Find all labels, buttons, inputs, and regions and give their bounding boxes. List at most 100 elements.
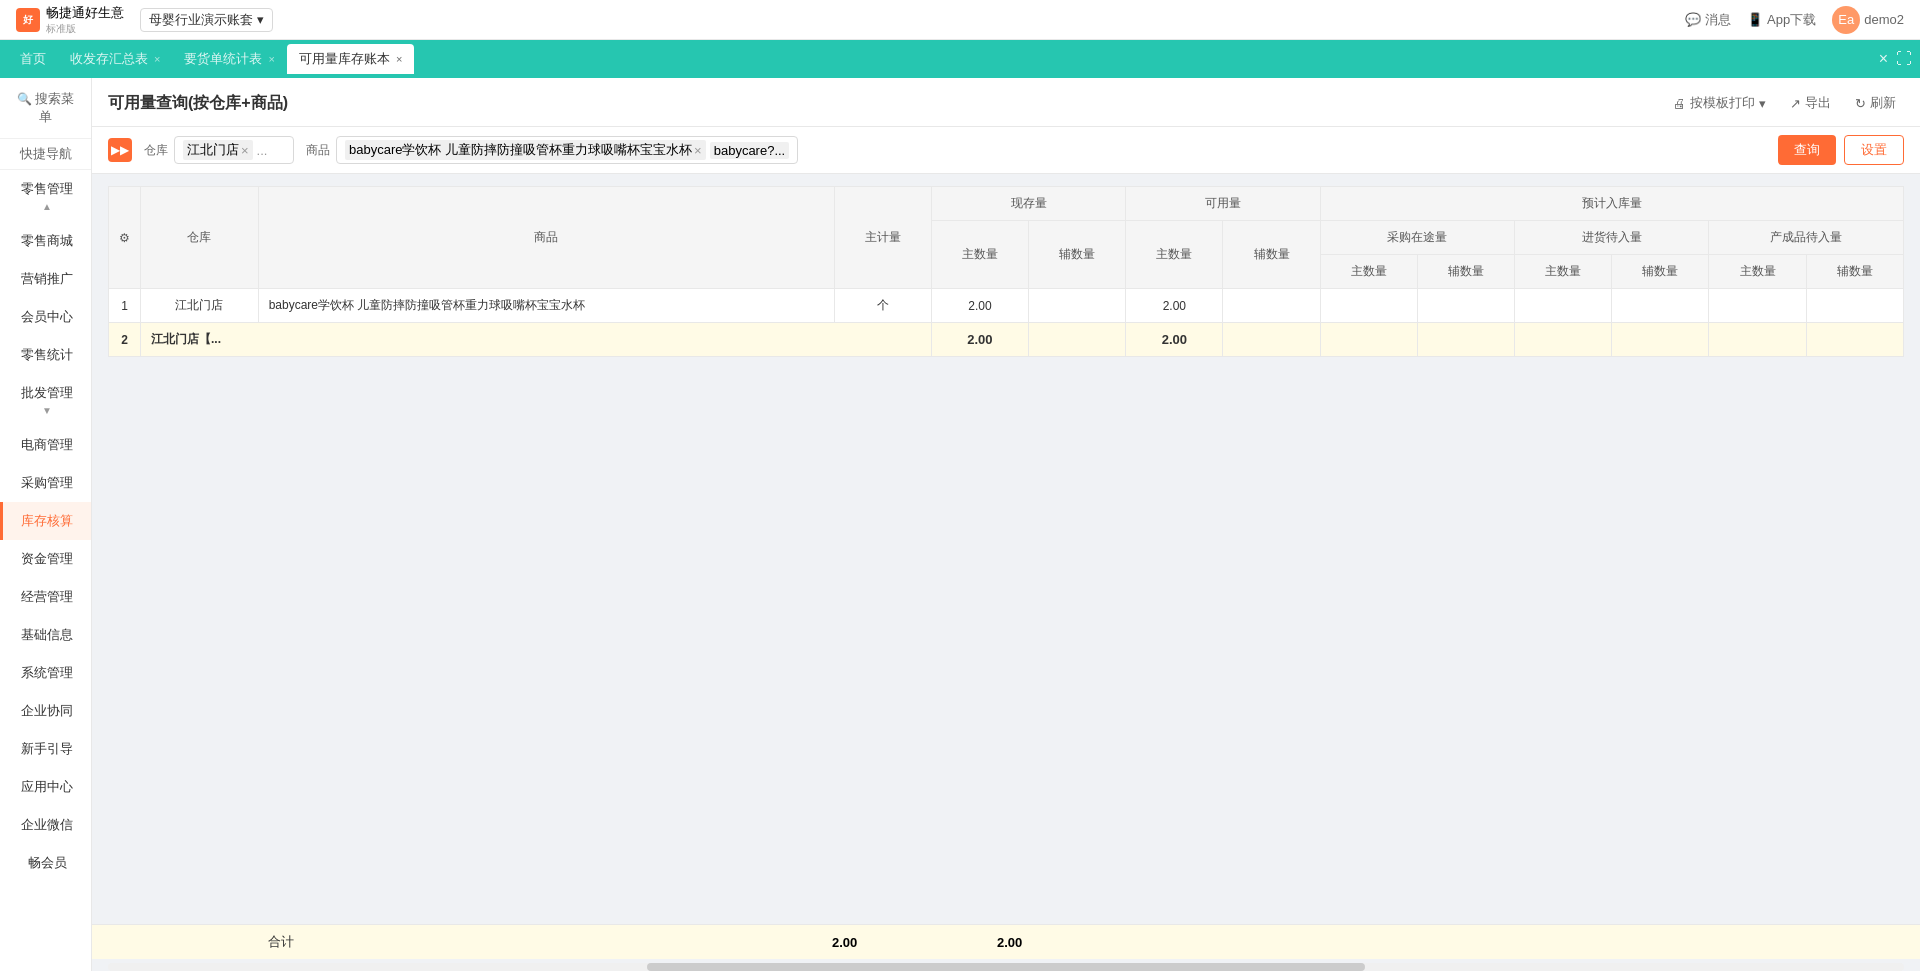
tab-purchase-stats[interactable]: 要货单统计表 × xyxy=(172,44,286,74)
warehouse-input[interactable]: 江北门店 × ... xyxy=(174,136,294,164)
logo-sub: 标准版 xyxy=(46,22,124,36)
export-label: 导出 xyxy=(1805,94,1831,112)
sidebar-item-ecommerce[interactable]: 电商管理 xyxy=(0,426,91,464)
wholesale-label: 批发管理 xyxy=(21,384,73,402)
sidebar: 🔍 搜索菜单 快捷导航 零售管理 ▲ 零售商城 营销推广 会员中心 零售统计 批… xyxy=(0,78,92,971)
subtotal-row: 2 江北门店【... 2.00 2.00 xyxy=(109,323,1904,357)
nav-tab-actions: × ⛶ xyxy=(1879,50,1912,68)
sidebar-item-operations[interactable]: 经营管理 xyxy=(0,578,91,616)
user-area[interactable]: Ea demo2 xyxy=(1832,6,1904,34)
filter-expand-button[interactable]: ▶▶ xyxy=(108,138,132,162)
retail-stats-label: 零售统计 xyxy=(21,346,73,364)
sidebar-item-guide[interactable]: 新手引导 xyxy=(0,730,91,768)
refresh-icon: ↻ xyxy=(1855,96,1866,111)
sidebar-item-member2[interactable]: 畅会员 xyxy=(0,844,91,882)
subtotal-pur-pend-main xyxy=(1515,323,1612,357)
row-product: babycare学饮杯 儿童防摔防撞吸管杯重力球吸嘴杯宝宝水杯 xyxy=(258,289,834,323)
col-unit-header: 主计量 xyxy=(834,187,931,289)
sidebar-item-marketing[interactable]: 营销推广 xyxy=(0,260,91,298)
inventory-label: 库存核算 xyxy=(21,512,73,530)
message-label: 消息 xyxy=(1705,11,1731,29)
tab-stock-summary[interactable]: 收发存汇总表 × xyxy=(58,44,172,74)
search-menu-button[interactable]: 🔍 搜索菜单 xyxy=(8,86,83,130)
footer-total-label: 合计 xyxy=(268,933,294,951)
filter-action-buttons: 查询 设置 xyxy=(1778,135,1904,165)
quick-nav-button[interactable]: 快捷导航 xyxy=(0,139,91,170)
product-tag-1-remove[interactable]: × xyxy=(694,143,702,158)
tab-available-stock[interactable]: 可用量库存账本 × xyxy=(287,44,414,74)
warehouse-tag: 江北门店 × xyxy=(183,140,253,160)
product-tag-1: babycare学饮杯 儿童防摔防撞吸管杯重力球吸嘴杯宝宝水杯 × xyxy=(345,140,706,160)
col-purchase-transit-header: 采购在途量 xyxy=(1320,221,1514,255)
app-download-button[interactable]: 📱 App下载 xyxy=(1747,11,1816,29)
col-avail-main-header: 主数量 xyxy=(1126,221,1223,289)
sidebar-item-retail-shop[interactable]: 零售商城 xyxy=(0,222,91,260)
logo-area: 好 畅捷通好生意 标准版 xyxy=(16,4,124,36)
refresh-button[interactable]: ↻ 刷新 xyxy=(1847,90,1904,116)
row-stock-aux xyxy=(1029,289,1126,323)
subtotal-avail-aux xyxy=(1223,323,1320,357)
industry-selector[interactable]: 母婴行业演示账套 ▾ xyxy=(140,8,273,32)
col-prod-pend-main: 主数量 xyxy=(1709,255,1806,289)
tab-purchase-stats-close[interactable]: × xyxy=(268,53,274,65)
row-index: 1 xyxy=(109,289,141,323)
tab-available-stock-close[interactable]: × xyxy=(396,53,402,65)
data-table: ⚙ 仓库 商品 主计量 现存量 可用量 预计入库量 主数量 辅数量 主数量 辅数… xyxy=(108,186,1904,357)
sidebar-item-basic-info[interactable]: 基础信息 xyxy=(0,616,91,654)
col-settings-header[interactable]: ⚙ xyxy=(109,187,141,289)
row-avail-main: 2.00 xyxy=(1126,289,1223,323)
table-row: 1 江北门店 babycare学饮杯 儿童防摔防撞吸管杯重力球吸嘴杯宝宝水杯 个… xyxy=(109,289,1904,323)
tab-fullscreen[interactable]: ⛶ xyxy=(1896,50,1912,68)
logo-icon: 好 xyxy=(16,8,40,32)
app-center-label: 应用中心 xyxy=(21,778,73,796)
message-button[interactable]: 💬 消息 xyxy=(1685,11,1731,29)
warehouse-dots[interactable]: ... xyxy=(257,143,268,158)
sidebar-item-wechat[interactable]: 企业微信 xyxy=(0,806,91,844)
tab-home[interactable]: 首页 xyxy=(8,44,58,74)
subtotal-prod-pend-main xyxy=(1709,323,1806,357)
print-icon: 🖨 xyxy=(1673,96,1686,111)
product-tag-2: babycare?... xyxy=(710,142,790,159)
sidebar-item-enterprise[interactable]: 企业协同 xyxy=(0,692,91,730)
export-icon: ↗ xyxy=(1790,96,1801,111)
enterprise-label: 企业协同 xyxy=(21,702,73,720)
system-label: 系统管理 xyxy=(21,664,73,682)
setting-button[interactable]: 设置 xyxy=(1844,135,1904,165)
sidebar-item-app-center[interactable]: 应用中心 xyxy=(0,768,91,806)
subtotal-warehouse: 江北门店【... xyxy=(141,323,932,357)
finance-label: 资金管理 xyxy=(21,550,73,568)
tab-close-all[interactable]: × xyxy=(1879,50,1888,68)
subtotal-index: 2 xyxy=(109,323,141,357)
sidebar-item-retail-mgmt[interactable]: 零售管理 ▲ xyxy=(0,170,91,222)
print-button[interactable]: 🖨 按模板打印 ▾ xyxy=(1665,90,1774,116)
tab-purchase-stats-label: 要货单统计表 xyxy=(184,50,262,68)
product-input[interactable]: babycare学饮杯 儿童防摔防撞吸管杯重力球吸嘴杯宝宝水杯 × babyca… xyxy=(336,136,798,164)
row-stock-main: 2.00 xyxy=(931,289,1028,323)
sidebar-item-system[interactable]: 系统管理 xyxy=(0,654,91,692)
refresh-label: 刷新 xyxy=(1870,94,1896,112)
col-stock-header: 现存量 xyxy=(931,187,1125,221)
col-purchase-pending-header: 进货待入量 xyxy=(1515,221,1709,255)
logo-text: 畅捷通好生意 xyxy=(46,4,124,22)
filter-row: ▶▶ 仓库 江北门店 × ... 商品 babycare学饮杯 儿童防摔防撞吸管… xyxy=(92,127,1920,174)
warehouse-tag-remove[interactable]: × xyxy=(241,143,249,158)
col-available-header: 可用量 xyxy=(1126,187,1320,221)
subtotal-avail-main: 2.00 xyxy=(1126,323,1223,357)
export-button[interactable]: ↗ 导出 xyxy=(1782,90,1839,116)
sidebar-item-inventory[interactable]: 库存核算 xyxy=(0,502,91,540)
footer-avail-main: 2.00 xyxy=(997,935,1022,950)
sidebar-item-retail-stats[interactable]: 零售统计 xyxy=(0,336,91,374)
row-unit: 个 xyxy=(834,289,931,323)
footer-stock-main: 2.00 xyxy=(832,935,857,950)
tab-stock-summary-close[interactable]: × xyxy=(154,53,160,65)
query-button[interactable]: 查询 xyxy=(1778,135,1836,165)
marketing-label: 营销推广 xyxy=(21,270,73,288)
horizontal-scrollbar[interactable] xyxy=(108,963,1904,971)
sidebar-item-finance[interactable]: 资金管理 xyxy=(0,540,91,578)
scrollbar-thumb[interactable] xyxy=(647,963,1365,971)
sidebar-item-member[interactable]: 会员中心 xyxy=(0,298,91,336)
sidebar-item-purchase[interactable]: 采购管理 xyxy=(0,464,91,502)
industry-chevron: ▾ xyxy=(257,12,264,27)
sidebar-item-wholesale[interactable]: 批发管理 ▼ xyxy=(0,374,91,426)
subtotal-stock-main: 2.00 xyxy=(931,323,1028,357)
